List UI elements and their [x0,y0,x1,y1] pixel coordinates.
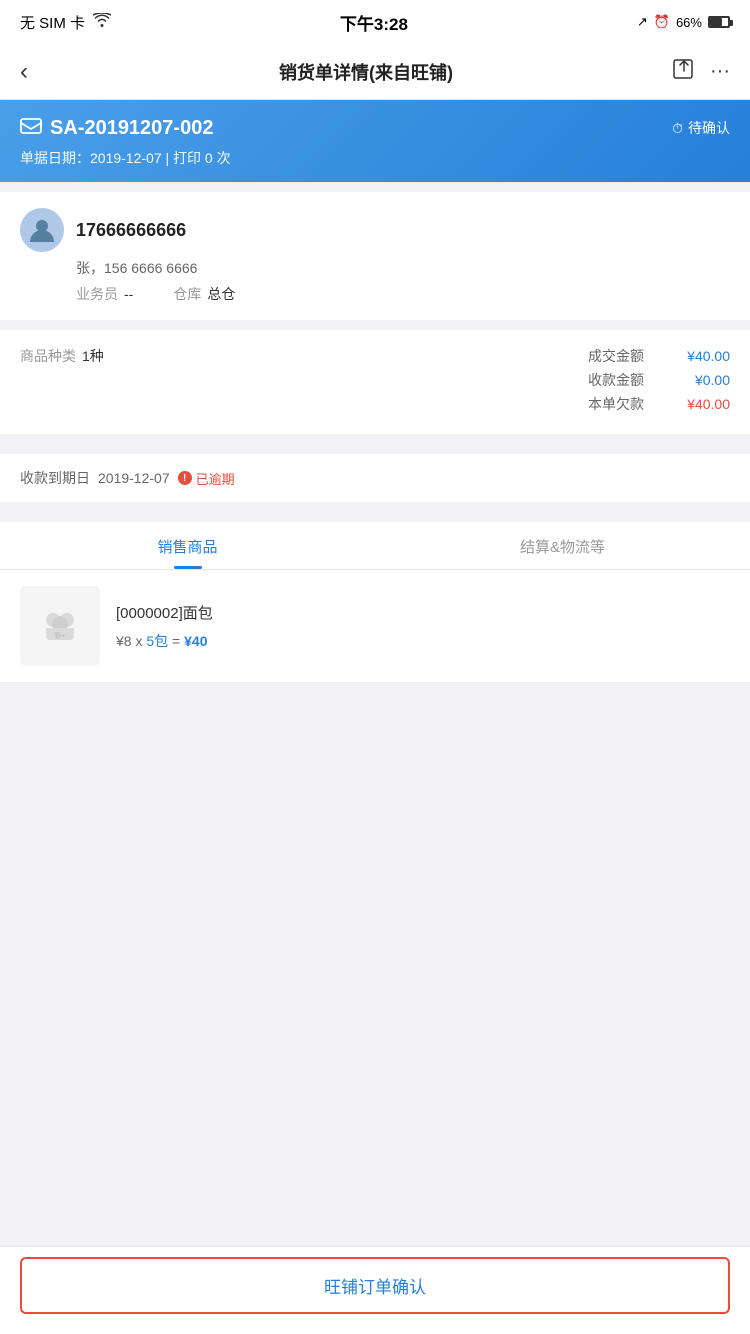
more-button[interactable]: ··· [710,60,730,83]
share-button[interactable] [672,58,694,86]
status-right: ↗ ⏰ 66% [637,14,730,30]
order-status: ⏱ 待确认 [672,118,730,138]
svg-text:野+: 野+ [54,632,65,640]
customer-phone: 17666666666 [76,220,186,241]
debt-label: 本单欠款 [588,394,644,414]
status-left: 无 SIM 卡 [20,12,111,33]
nav-actions: ··· [672,58,730,86]
customer-name: 张，156 6666 6666 [76,258,730,278]
warehouse-value: 总仓 [207,284,235,304]
tabs-section: 销售商品 结算&物流等 野+ [0000002]面包 ¥8 x 5包 = ¥40 [0,522,750,683]
content-spacer [0,683,750,863]
product-list: 野+ [0000002]面包 ¥8 x 5包 = ¥40 [0,570,750,683]
order-header: SA-20191207-002 ⏱ 待确认 单据日期：2019-12-07 | … [0,100,750,182]
battery-icon [708,16,730,28]
tab-settlement[interactable]: 结算&物流等 [375,522,750,569]
product-price: ¥8 x 5包 = ¥40 [116,631,730,651]
confirm-order-button[interactable]: 旺铺订单确认 [20,1257,730,1314]
bottom-bar: 旺铺订单确认 [0,1246,750,1334]
tabs-bar: 销售商品 结算&物流等 [0,522,750,570]
product-name: [0000002]面包 [116,602,730,623]
location-icon: ↗ [637,14,648,30]
type-label: 商品种类 [20,346,76,366]
payment-value: ¥0.00 [660,372,730,388]
order-icon [20,116,42,140]
payment-label: 收款金额 [588,370,644,390]
overdue-badge: ! 已逾期 [178,469,235,488]
due-date-value: 2019-12-07 [98,470,170,486]
order-date: 单据日期：2019-12-07 | 打印 0 次 [20,148,730,168]
salesman-value: -- [124,286,133,302]
nav-bar: ‹ 销货单详情(来自旺铺) ··· [0,44,750,100]
summary-amounts: 成交金额 ¥40.00 收款金额 ¥0.00 本单欠款 ¥40.00 [588,346,730,418]
tab-sales[interactable]: 销售商品 [0,522,375,569]
back-button[interactable]: ‹ [20,58,60,86]
divider-2 [0,434,750,444]
clock-icon: ⏱ [672,120,683,137]
salesman-label: 业务员 [76,284,118,304]
customer-meta: 业务员 -- 仓库 总仓 [76,284,730,304]
carrier-text: 无 SIM 卡 [20,12,85,33]
overdue-dot-icon: ! [178,471,192,485]
customer-section: 17666666666 张，156 6666 6666 业务员 -- 仓库 总仓 [0,192,750,320]
debt-value: ¥40.00 [660,396,730,412]
alarm-icon: ⏰ [654,14,670,30]
qty-text: 5包 [146,633,168,649]
status-bar: 无 SIM 卡 下午3:28 ↗ ⏰ 66% [0,0,750,44]
total-text: ¥40 [184,633,207,649]
product-thumbnail: 野+ [20,586,100,666]
table-row: 野+ [0000002]面包 ¥8 x 5包 = ¥40 [0,570,750,683]
divider-3 [0,502,750,512]
summary-section: 商品种类 1种 成交金额 ¥40.00 收款金额 ¥0.00 本单欠款 ¥40.… [0,330,750,434]
battery-percent: 66% [676,15,702,30]
equals-text: = [168,633,184,649]
avatar [20,208,64,252]
order-id: SA-20191207-002 [20,116,213,140]
price-text: ¥8 x [116,633,146,649]
amount-value: ¥40.00 [660,348,730,364]
product-info: [0000002]面包 ¥8 x 5包 = ¥40 [116,602,730,651]
nav-title: 销货单详情(来自旺铺) [60,59,672,85]
wifi-icon [93,13,111,31]
overdue-text: 已逾期 [196,469,235,488]
type-value: 1种 [82,346,104,366]
amount-label: 成交金额 [588,346,644,366]
status-time: 下午3:28 [340,10,408,35]
divider-1 [0,320,750,330]
due-label: 收款到期日 [20,468,90,488]
due-section: 收款到期日 2019-12-07 ! 已逾期 [0,454,750,502]
warehouse-label: 仓库 [173,284,201,304]
